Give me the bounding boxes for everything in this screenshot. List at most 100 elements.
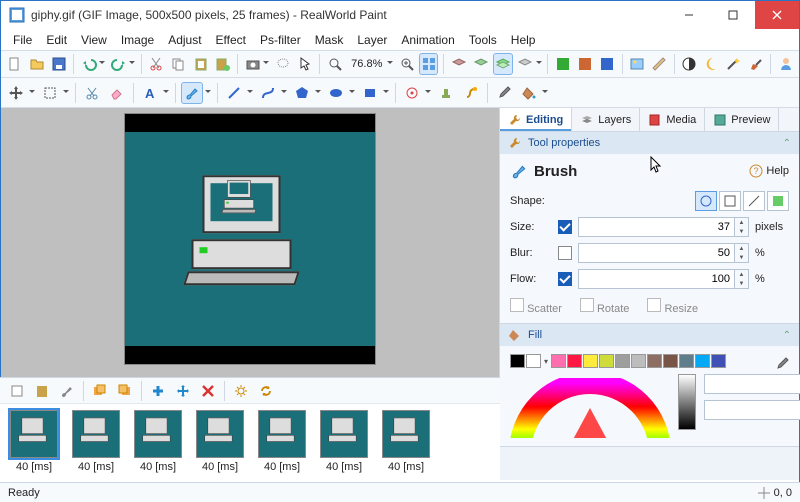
move-tool[interactable]: [5, 82, 27, 104]
swatch-9[interactable]: [663, 354, 678, 368]
polygon-tool[interactable]: [291, 82, 313, 104]
tab-preview[interactable]: Preview: [705, 108, 779, 131]
menu-tools[interactable]: Tools: [463, 31, 503, 49]
pointer-button[interactable]: [295, 53, 314, 75]
menu-layer[interactable]: Layer: [351, 31, 393, 49]
menu-file[interactable]: File: [7, 31, 38, 49]
open-file-button[interactable]: [27, 53, 46, 75]
panel-header-fill[interactable]: Fill ⌃: [500, 324, 799, 346]
rect-dropdown[interactable]: [381, 82, 390, 104]
swatch-0[interactable]: [510, 354, 525, 368]
moon-button[interactable]: [702, 53, 721, 75]
close-button[interactable]: [755, 1, 799, 29]
user-button[interactable]: [776, 53, 795, 75]
brightness-slider[interactable]: [678, 374, 696, 430]
swatch-7[interactable]: [631, 354, 646, 368]
photo-button[interactable]: [627, 53, 646, 75]
frame-delete-button[interactable]: [197, 380, 219, 402]
redo-dropdown[interactable]: [128, 53, 136, 75]
ruler-button[interactable]: [650, 53, 669, 75]
blur-input[interactable]: [578, 243, 735, 263]
save-button[interactable]: [49, 53, 68, 75]
paintbrush2-button[interactable]: [746, 53, 765, 75]
layer-a-button[interactable]: [449, 53, 468, 75]
eyedropper-tool[interactable]: [493, 82, 515, 104]
tab-layers[interactable]: Layers: [572, 108, 640, 131]
frame-thumbnail[interactable]: [258, 410, 306, 458]
swatch-10[interactable]: [679, 354, 694, 368]
frame-thumbnail[interactable]: [320, 410, 368, 458]
eraser-tool[interactable]: [106, 82, 128, 104]
undo-dropdown[interactable]: [98, 53, 106, 75]
frame-4[interactable]: 40 [ms]: [258, 410, 306, 476]
size-checkbox[interactable]: [558, 220, 572, 234]
zoom-button[interactable]: [397, 53, 416, 75]
menu-adjust[interactable]: Adjust: [162, 31, 207, 49]
frame-paste-button[interactable]: [31, 380, 53, 402]
minimize-button[interactable]: [667, 1, 711, 29]
menu-mask[interactable]: Mask: [309, 31, 350, 49]
ellipse-tool[interactable]: [325, 82, 347, 104]
rect-tool[interactable]: [359, 82, 381, 104]
frame-thumbnail[interactable]: [196, 410, 244, 458]
blur-checkbox[interactable]: [558, 246, 572, 260]
select-dropdown[interactable]: [61, 82, 70, 104]
brush-dropdown[interactable]: [203, 82, 212, 104]
brush-tool[interactable]: [181, 82, 203, 104]
frame-thumbnail[interactable]: [72, 410, 120, 458]
flow-input[interactable]: [578, 269, 735, 289]
frame-1[interactable]: 40 [ms]: [72, 410, 120, 476]
polygon-dropdown[interactable]: [313, 82, 322, 104]
layer-dropdown[interactable]: [535, 53, 543, 75]
layer-b-button[interactable]: [471, 53, 490, 75]
layer-d-button[interactable]: [516, 53, 535, 75]
line-tool[interactable]: [223, 82, 245, 104]
size-input[interactable]: [578, 217, 735, 237]
menu-help[interactable]: Help: [505, 31, 542, 49]
canvas[interactable]: [125, 114, 375, 364]
shape-square[interactable]: [719, 191, 741, 211]
color-wheel[interactable]: [510, 378, 670, 438]
swatch-1[interactable]: [526, 354, 541, 368]
frame-refresh-button[interactable]: [255, 380, 277, 402]
grid-3-button[interactable]: [598, 53, 617, 75]
frame-add-button[interactable]: [147, 380, 169, 402]
curve-dropdown[interactable]: [279, 82, 288, 104]
view-mode-button[interactable]: [419, 53, 438, 75]
grid-2-button[interactable]: [575, 53, 594, 75]
new-file-button[interactable]: [5, 53, 24, 75]
frame-thumbnail[interactable]: [134, 410, 182, 458]
frame-thumbnail[interactable]: [10, 410, 58, 458]
layer-c-button[interactable]: [493, 53, 512, 75]
shape-custom[interactable]: [767, 191, 789, 211]
swatch-12[interactable]: [711, 354, 726, 368]
size-spinner[interactable]: ▲▼: [735, 217, 749, 237]
frame-brush-button[interactable]: [56, 380, 78, 402]
line-dropdown[interactable]: [245, 82, 254, 104]
eyedropper-icon[interactable]: [775, 357, 789, 371]
shape-circle[interactable]: [695, 191, 717, 211]
tab-editing[interactable]: Editing: [500, 108, 572, 131]
paste-button[interactable]: [191, 53, 210, 75]
menu-view[interactable]: View: [75, 31, 113, 49]
tab-media[interactable]: Media: [640, 108, 705, 131]
zoom-dropdown[interactable]: [386, 53, 394, 75]
contrast-button[interactable]: [680, 53, 699, 75]
zoom-fit-button[interactable]: [325, 53, 344, 75]
maximize-button[interactable]: [711, 1, 755, 29]
blur-spinner[interactable]: ▲▼: [735, 243, 749, 263]
collapse-icon[interactable]: ⌃: [783, 138, 791, 149]
menu-image[interactable]: Image: [115, 31, 160, 49]
scissors-tool[interactable]: [81, 82, 103, 104]
swatch-6[interactable]: [615, 354, 630, 368]
help-link[interactable]: ?Help: [749, 164, 789, 178]
panel-header-tool-properties[interactable]: Tool properties ⌃: [500, 132, 799, 154]
rotate-option[interactable]: Rotate: [580, 298, 629, 315]
flow-spinner[interactable]: ▲▼: [735, 269, 749, 289]
frame-settings-button[interactable]: [230, 380, 252, 402]
frame-5[interactable]: 40 [ms]: [320, 410, 368, 476]
capture-dropdown[interactable]: [262, 53, 270, 75]
wand-button[interactable]: [724, 53, 743, 75]
swatch-2[interactable]: [551, 354, 566, 368]
frame-0[interactable]: 40 [ms]: [10, 410, 58, 476]
